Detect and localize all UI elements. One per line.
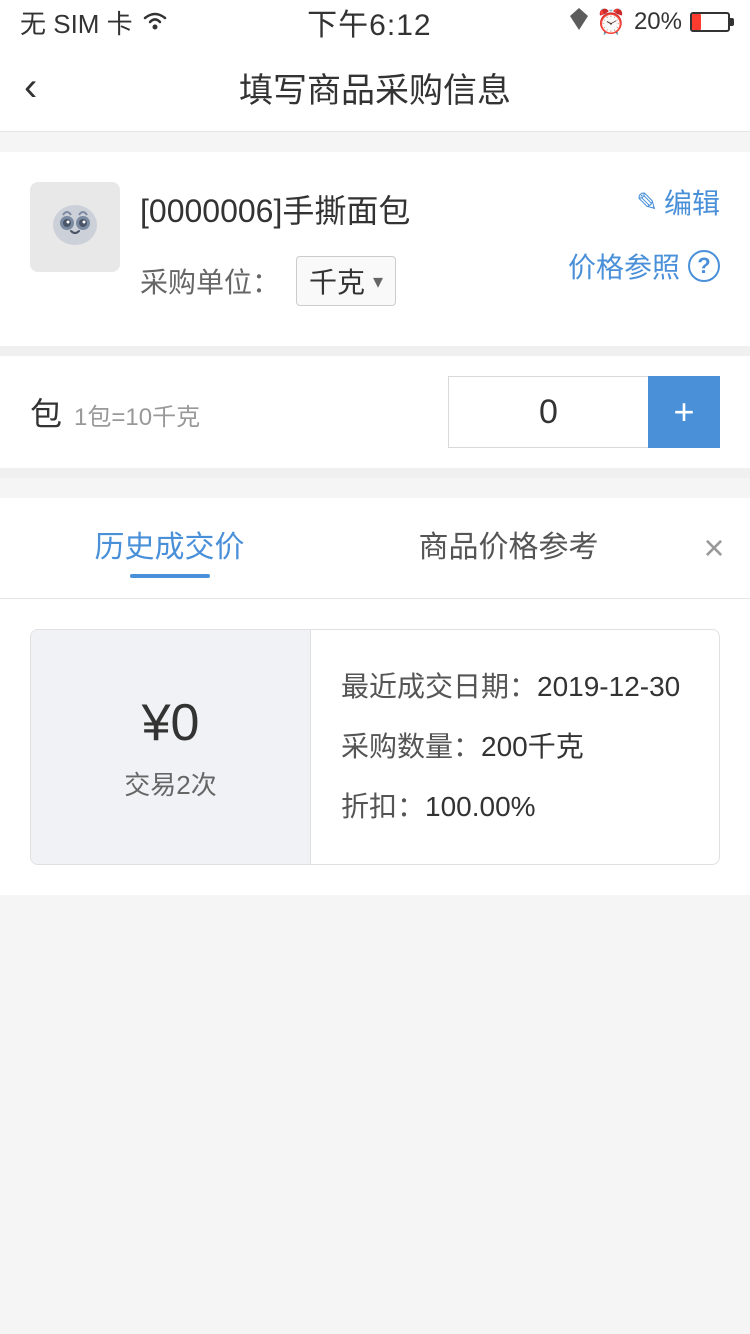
content-area: ¥0 交易2次 最近成交日期：2019-12-30 采购数量：200千克 折扣：… — [0, 599, 750, 895]
unit-row: 采购单位： 千克 ▾ — [140, 256, 410, 306]
quantity-conversion: 1包=10千克 — [74, 397, 200, 432]
quantity-input[interactable]: 0 — [448, 376, 648, 448]
back-icon: ‹ — [24, 65, 37, 110]
product-info: [0000006]手撕面包 采购单位： 千克 ▾ — [140, 182, 410, 306]
tab-product-price-ref[interactable]: 商品价格参考 — [339, 498, 678, 598]
edit-button[interactable]: ✎ 编辑 — [636, 182, 720, 222]
transaction-card: ¥0 交易2次 最近成交日期：2019-12-30 采购数量：200千克 折扣：… — [30, 629, 720, 865]
page-title: 填写商品采购信息 — [239, 63, 511, 112]
price-ref-label: 价格参照 — [568, 246, 680, 286]
unit-value: 千克 — [309, 261, 365, 301]
wifi-icon — [141, 7, 169, 38]
quantity-unit-badge: 包 — [30, 389, 62, 435]
product-left: [0000006]手撕面包 采购单位： 千克 ▾ — [30, 182, 410, 306]
qty-label: 采购数量： — [341, 731, 481, 762]
status-left: 无 SIM 卡 — [20, 4, 169, 41]
tab-history-price[interactable]: 历史成交价 — [0, 498, 339, 598]
transaction-price: ¥0 — [142, 693, 200, 753]
status-right: ⏰ 20% — [570, 8, 730, 37]
back-button[interactable]: ‹ — [24, 65, 37, 110]
status-time: 下午6:12 — [307, 0, 431, 44]
transaction-date-row: 最近成交日期：2019-12-30 — [341, 666, 689, 708]
discount-label: 折扣： — [341, 791, 425, 822]
quantity-input-area: 0 + — [448, 376, 720, 448]
date-label: 最近成交日期： — [341, 671, 537, 702]
tab-active-indicator — [130, 574, 210, 578]
chevron-down-icon: ▾ — [373, 269, 383, 294]
status-bar: 无 SIM 卡 下午6:12 ⏰ 20% — [0, 0, 750, 44]
product-card: [0000006]手撕面包 采购单位： 千克 ▾ ✎ 编辑 价格参照 ? — [0, 152, 750, 346]
discount-value: 100.00% — [425, 791, 536, 822]
product-name: [0000006]手撕面包 — [140, 186, 410, 232]
edit-icon: ✎ — [636, 187, 658, 218]
transaction-discount-row: 折扣：100.00% — [341, 786, 689, 828]
quantity-plus-button[interactable]: + — [648, 376, 720, 448]
product-logo-icon — [45, 195, 105, 260]
nav-bar: ‹ 填写商品采购信息 — [0, 44, 750, 132]
tab1-label: 历史成交价 — [95, 522, 245, 566]
tab-close-button[interactable]: × — [678, 512, 750, 584]
price-ref-button[interactable]: 价格参照 ? — [568, 246, 720, 286]
qty-value: 200千克 — [481, 731, 584, 762]
tab-bar: 历史成交价 商品价格参考 × — [0, 498, 750, 599]
quantity-value: 0 — [539, 393, 558, 432]
quantity-row: 包 1包=10千克 0 + — [0, 356, 750, 468]
location-icon — [570, 8, 588, 37]
transaction-count: 交易2次 — [124, 765, 216, 802]
plus-icon: + — [673, 391, 694, 433]
section-divider — [0, 346, 750, 356]
date-value: 2019-12-30 — [537, 671, 680, 702]
battery-icon — [690, 12, 730, 32]
product-header: [0000006]手撕面包 采购单位： 千克 ▾ ✎ 编辑 价格参照 ? — [30, 182, 720, 306]
transaction-price-panel: ¥0 交易2次 — [31, 630, 311, 864]
unit-selector[interactable]: 千克 ▾ — [296, 256, 396, 306]
transaction-details-panel: 最近成交日期：2019-12-30 采购数量：200千克 折扣：100.00% — [311, 630, 719, 864]
unit-label: 采购单位： — [140, 261, 280, 301]
product-image — [30, 182, 120, 272]
sim-text: 无 SIM 卡 — [20, 4, 133, 41]
edit-label: 编辑 — [664, 182, 720, 222]
transaction-qty-row: 采购数量：200千克 — [341, 726, 689, 768]
tab2-label: 商品价格参考 — [419, 522, 599, 566]
close-icon: × — [703, 527, 724, 569]
question-icon: ? — [688, 250, 720, 282]
battery-percent: 20% — [634, 8, 682, 36]
section-divider-2 — [0, 468, 750, 478]
quantity-left: 包 1包=10千克 — [30, 389, 200, 435]
alarm-icon: ⏰ — [596, 8, 626, 37]
